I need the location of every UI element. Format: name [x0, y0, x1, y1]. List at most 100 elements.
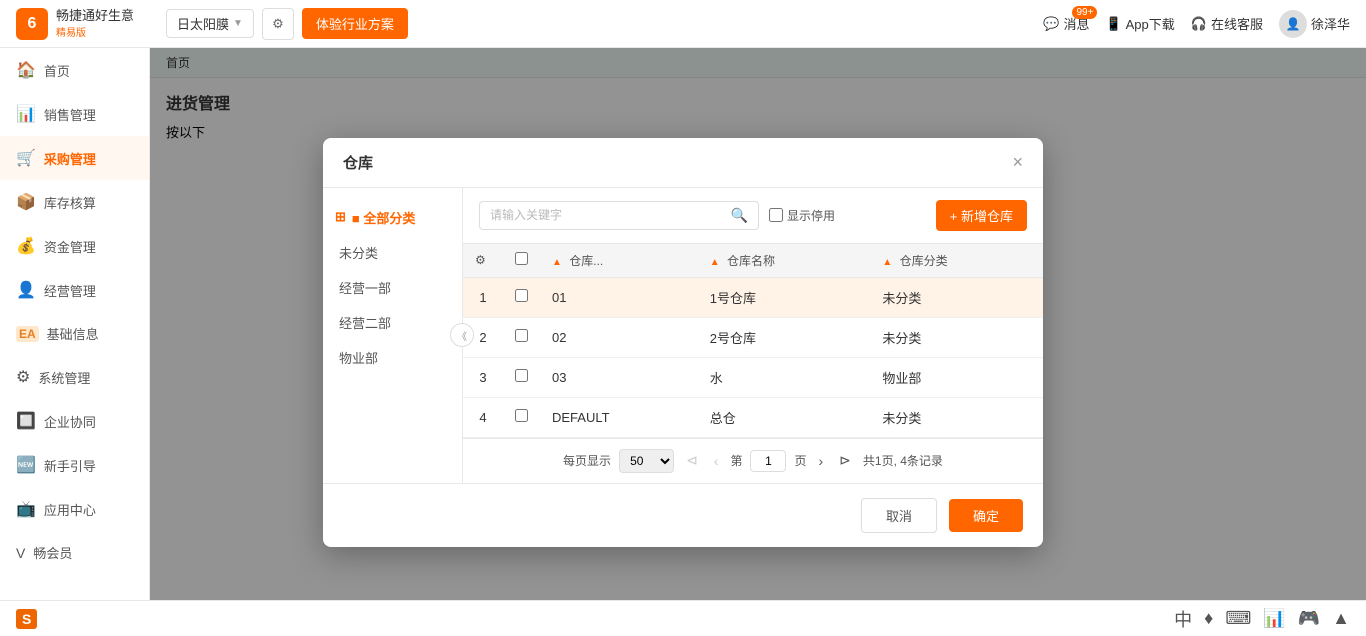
table-row[interactable]: 4 DEFAULT 总仓 未分类 — [463, 397, 1043, 437]
sidebar-item-apps[interactable]: 📺 应用中心 — [0, 487, 149, 531]
category-item-unclassified[interactable]: 未分类 — [323, 235, 462, 270]
category-item-ops2[interactable]: 经营二部 — [323, 305, 462, 340]
show-disabled-checkbox[interactable] — [769, 208, 783, 222]
page-size-label: 每页显示 — [563, 452, 611, 469]
all-categories-button[interactable]: ⊞ ■ 全部分类 — [323, 200, 462, 235]
page-size-select[interactable]: 50 100 200 — [619, 449, 674, 473]
sidebar-item-basic-info[interactable]: EA 基础信息 — [0, 312, 149, 355]
message-icon: 💬 — [1043, 16, 1059, 32]
modal-category-sidebar: ⊞ ■ 全部分类 未分类 经营一部 经营二部 物业部 《 — [323, 188, 463, 483]
arrow-icon[interactable]: ▲ — [1332, 608, 1350, 629]
row-no-1: 1 — [463, 277, 503, 317]
sales-icon: 📊 — [16, 104, 36, 124]
row-no-4: 4 — [463, 397, 503, 437]
row-checkbox-2[interactable] — [515, 329, 528, 342]
row-check-2 — [503, 317, 540, 357]
trial-button[interactable]: 体验行业方案 — [302, 8, 408, 39]
finance-icon: 💰 — [16, 236, 36, 256]
table-row[interactable]: 1 01 1号仓库 未分类 — [463, 277, 1043, 317]
category-item-ops1[interactable]: 经营一部 — [323, 270, 462, 305]
logo-icon: 6 — [16, 8, 48, 40]
row-code-3: 03 — [540, 357, 698, 397]
search-input[interactable] — [490, 208, 731, 222]
service-label: 在线客服 — [1211, 14, 1263, 33]
service-button[interactable]: 🎧 在线客服 — [1191, 14, 1263, 33]
sidebar-label-purchase: 采购管理 — [44, 149, 96, 168]
table-row[interactable]: 3 03 水 物业部 — [463, 357, 1043, 397]
row-checkbox-1[interactable] — [515, 289, 528, 302]
username: 徐泽华 — [1311, 14, 1350, 33]
gear-button[interactable]: ⚙ — [262, 8, 294, 40]
page-input[interactable] — [750, 450, 786, 472]
basic-info-icon: EA — [16, 326, 39, 342]
show-disabled-label: 显示停用 — [769, 207, 835, 224]
sidebar-item-finance[interactable]: 💰 资金管理 — [0, 224, 149, 268]
total-label: 共1页, 4条记录 — [863, 452, 943, 469]
sidebar-item-sales[interactable]: 📊 销售管理 — [0, 92, 149, 136]
table-row[interactable]: 2 02 2号仓库 未分类 — [463, 317, 1043, 357]
user-menu[interactable]: 👤 徐泽华 — [1279, 10, 1350, 38]
content-area: 首页 进货管理 按以下 仓库 × ⊞ — [150, 48, 1366, 636]
main-layout: 🏠 首页 📊 销售管理 🛒 采购管理 📦 库存核算 💰 资金管理 👤 经营管理 … — [0, 48, 1366, 636]
store-name: 日太阳膜 — [177, 14, 229, 33]
modal-close-button[interactable]: × — [1012, 152, 1023, 173]
select-all-checkbox[interactable] — [515, 252, 528, 265]
logo-text-wrap: 畅捷通好生意 精易版 — [56, 8, 134, 40]
row-code-2: 02 — [540, 317, 698, 357]
keyboard-icon[interactable]: ⌨ — [1225, 608, 1251, 629]
confirm-button[interactable]: 确定 — [949, 499, 1023, 532]
operations-icon: 👤 — [16, 280, 36, 300]
avatar: 👤 — [1279, 10, 1307, 38]
sidebar-label-inventory: 库存核算 — [44, 193, 96, 212]
row-check-1 — [503, 277, 540, 317]
top-header: 6 畅捷通好生意 精易版 日太阳膜 ▼ ⚙ 体验行业方案 💬 消息 99+ 📱 … — [0, 0, 1366, 48]
row-name-4: 总仓 — [698, 397, 871, 437]
store-selector[interactable]: 日太阳膜 ▼ — [166, 9, 254, 38]
collapse-sidebar-button[interactable]: 《 — [450, 323, 474, 347]
search-icon[interactable]: 🔍 — [731, 207, 748, 224]
logo-area: 6 畅捷通好生意 精易版 — [16, 8, 166, 40]
row-check-3 — [503, 357, 540, 397]
sidebar-label-finance: 资金管理 — [44, 237, 96, 256]
app-label: App下载 — [1126, 14, 1175, 33]
last-page-button[interactable]: ⊳ — [835, 450, 855, 471]
grid-icon: ⊞ — [335, 209, 346, 225]
sort-icon-code: ▲ — [552, 257, 562, 268]
phone-icon: 📱 — [1105, 16, 1121, 32]
sidebar-item-guide[interactable]: 🆕 新手引导 — [0, 443, 149, 487]
sidebar-item-enterprise[interactable]: 🔲 企业协同 — [0, 399, 149, 443]
next-page-button[interactable]: › — [815, 451, 828, 471]
sidebar-item-operations[interactable]: 👤 经营管理 — [0, 268, 149, 312]
add-warehouse-button[interactable]: + 新增仓库 — [936, 200, 1027, 231]
row-check-4 — [503, 397, 540, 437]
sidebar-item-members[interactable]: V 畅会员 — [0, 531, 149, 574]
prev-page-button[interactable]: ‹ — [710, 451, 723, 471]
sidebar-label-enterprise: 企业协同 — [44, 412, 96, 431]
sidebar-item-system[interactable]: ⚙ 系统管理 — [0, 355, 149, 399]
modal-header: 仓库 × — [323, 138, 1043, 188]
row-checkbox-4[interactable] — [515, 409, 528, 422]
bottom-icon-zh[interactable]: 中 — [1174, 606, 1192, 632]
table-body: 1 01 1号仓库 未分类 2 — [463, 277, 1043, 437]
modal-overlay: 仓库 × ⊞ ■ 全部分类 未分类 经营一部 经营二部 物业部 — [150, 48, 1366, 636]
col-header-category: ▲ 仓库分类 — [870, 244, 1043, 278]
row-checkbox-3[interactable] — [515, 369, 528, 382]
header-middle: 日太阳膜 ▼ ⚙ 体验行业方案 — [166, 8, 1043, 40]
row-name-2: 2号仓库 — [698, 317, 871, 357]
messages-button[interactable]: 💬 消息 99+ — [1043, 14, 1089, 33]
first-page-button[interactable]: ⊲ — [682, 450, 702, 471]
col-header-gear: ⚙ — [463, 244, 503, 278]
sidebar-item-inventory[interactable]: 📦 库存核算 — [0, 180, 149, 224]
modal-main: 🔍 显示停用 + 新增仓库 — [463, 188, 1043, 483]
category-item-property[interactable]: 物业部 — [323, 340, 462, 375]
guide-icon: 🆕 — [16, 455, 36, 475]
sidebar-item-purchase[interactable]: 🛒 采购管理 — [0, 136, 149, 180]
app-download-button[interactable]: 📱 App下载 — [1105, 14, 1174, 33]
chart-icon[interactable]: 📊 — [1263, 608, 1285, 629]
col-header-name: ▲ 仓库名称 — [698, 244, 871, 278]
cancel-button[interactable]: 取消 — [861, 498, 937, 533]
gamepad-icon[interactable]: 🎮 — [1298, 608, 1320, 629]
modal-action-footer: 取消 确定 — [323, 483, 1043, 547]
sidebar-item-home[interactable]: 🏠 首页 — [0, 48, 149, 92]
bottom-icon-dot[interactable]: ♦ — [1204, 608, 1213, 629]
